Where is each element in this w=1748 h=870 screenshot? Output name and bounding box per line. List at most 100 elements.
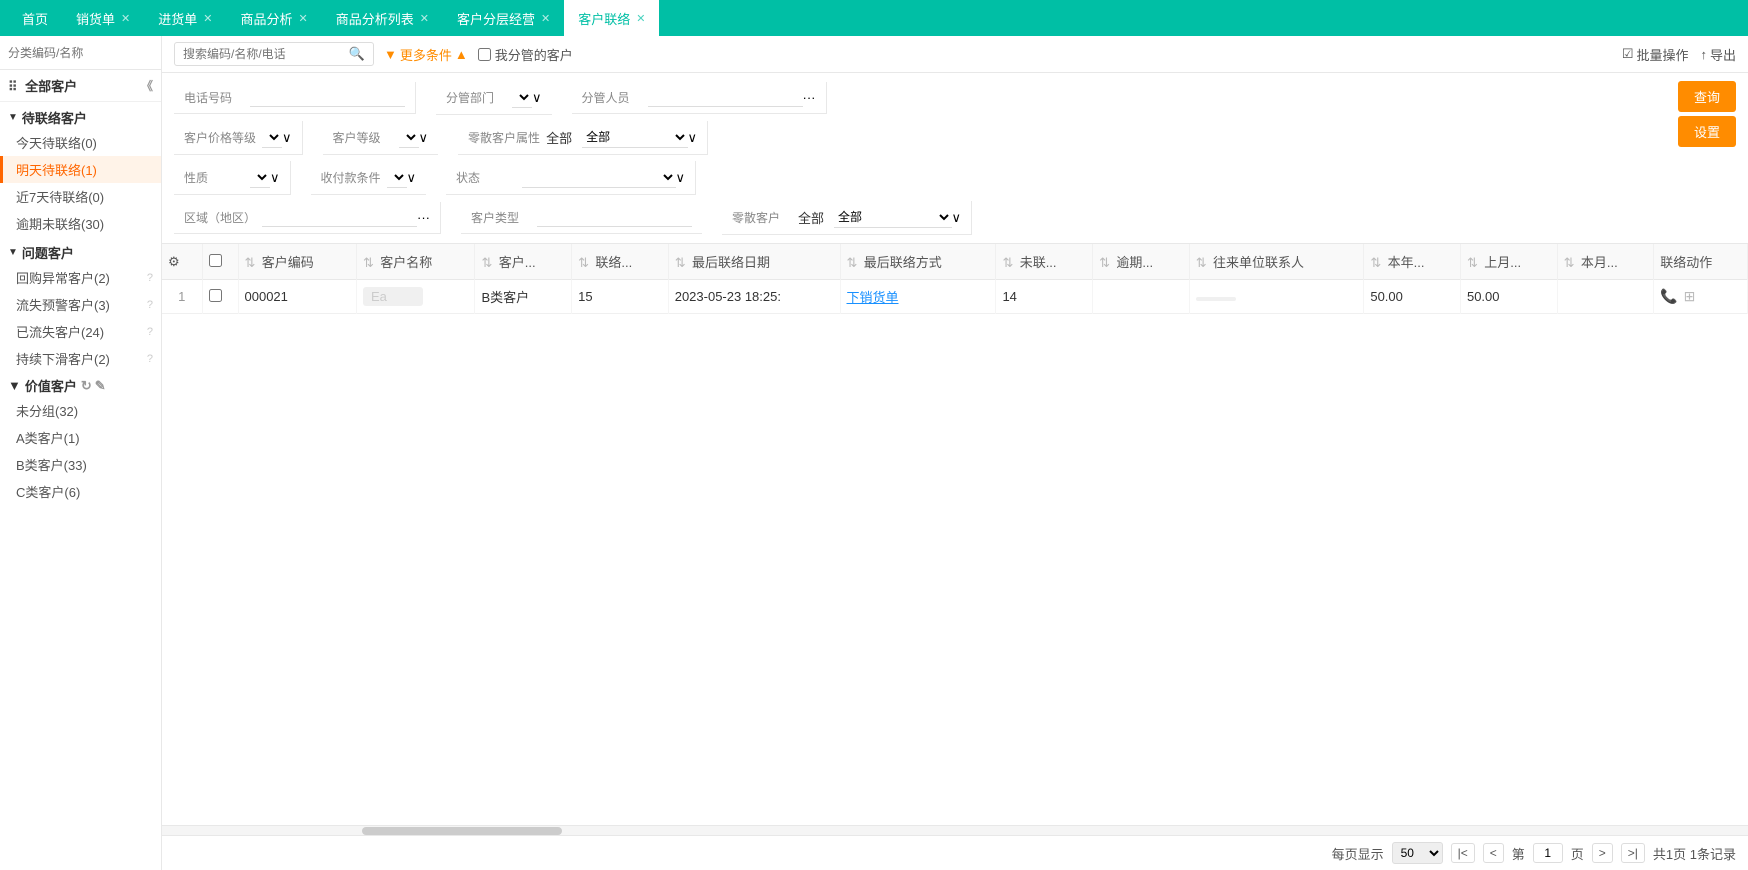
search-icon[interactable]: 🔍 xyxy=(349,46,365,62)
sidebar-item-class-c[interactable]: C类客户(6) xyxy=(0,478,161,505)
sidebar-item-class-b[interactable]: B类客户(33) xyxy=(0,451,161,478)
my-customers-checkbox-container[interactable]: 我分管的客户 xyxy=(478,45,573,64)
row-last-date-value: 2023-05-23 18:25: xyxy=(675,289,781,304)
advanced-filters: 电话号码 分管部门 ∨ xyxy=(162,73,1748,244)
per-page-select[interactable]: 50 100 200 xyxy=(1392,842,1443,864)
sidebar-group-pending: ▼ 待联络客户 xyxy=(0,102,161,129)
nav-customer-tier[interactable]: 客户分层经营 ✕ xyxy=(443,0,564,36)
phone-input[interactable] xyxy=(250,88,405,107)
action-grid-icon[interactable]: ⊞ xyxy=(1684,288,1696,305)
sidebar-item-repurchase-abnormal[interactable]: 回购异常客户(2) ? xyxy=(0,264,161,291)
nav-sales-order-close[interactable]: ✕ xyxy=(121,12,130,25)
sidebar-item-ungrouped[interactable]: 未分组(32) xyxy=(0,397,161,424)
row-last-contact-method: 下销货单 xyxy=(840,280,996,314)
row-type-value: B类客户 xyxy=(481,290,529,305)
nav-product-analysis[interactable]: 商品分析 ✕ xyxy=(226,0,321,36)
division-person-input[interactable] xyxy=(648,88,803,107)
nav-product-analysis-list-close[interactable]: ✕ xyxy=(420,12,429,25)
nav-product-analysis-list[interactable]: 商品分析列表 ✕ xyxy=(322,0,443,36)
filter-row-4: 区域（地区） ··· 客户类型 xyxy=(174,201,1662,235)
sidebar-item-tomorrow-pending[interactable]: 明天待联络(1) xyxy=(0,156,161,183)
search-input[interactable] xyxy=(183,47,349,61)
nature-select[interactable] xyxy=(250,167,270,188)
price-level-label: 客户价格等级 xyxy=(184,129,256,146)
nav-product-analysis-close[interactable]: ✕ xyxy=(299,12,308,25)
th-this-year-label: 本年... xyxy=(1388,255,1425,270)
export-btn[interactable]: ↑ 导出 xyxy=(1700,45,1736,64)
sidebar-all-customers[interactable]: ⠿ 全部客户 《 xyxy=(0,70,161,102)
filter-actions: 查询 设置 xyxy=(1670,81,1736,147)
retail-attr-select[interactable]: 全部 xyxy=(582,127,687,148)
filter-customer-level: 客户等级 ∨ xyxy=(323,121,439,155)
batch-operation-btn[interactable]: ☑ 批量操作 xyxy=(1622,45,1689,64)
sidebar-item-overdue-pending[interactable]: 逾期未联络(30) xyxy=(0,210,161,237)
nature-chevron: ∨ xyxy=(270,170,280,186)
nav-purchase-order-close[interactable]: ✕ xyxy=(203,12,212,25)
region-label: 区域（地区） xyxy=(184,209,256,226)
nav-customer-contact-close[interactable]: ✕ xyxy=(636,12,645,25)
prev-page-btn[interactable]: < xyxy=(1483,843,1504,863)
retail-customer-select[interactable]: 全部 xyxy=(834,207,951,228)
select-all-checkbox[interactable] xyxy=(209,254,222,267)
sidebar-collapse-icon: 《 xyxy=(141,77,153,94)
page-input[interactable] xyxy=(1533,843,1563,863)
value-refresh-icon[interactable]: ↻ xyxy=(81,378,92,394)
sidebar-item-class-a[interactable]: A类客户(1) xyxy=(0,424,161,451)
settings-icon[interactable]: ⚙ xyxy=(168,254,180,269)
price-level-select[interactable] xyxy=(262,127,282,148)
first-page-btn[interactable]: |< xyxy=(1451,843,1475,863)
value-edit-icon[interactable]: ✎ xyxy=(95,378,106,394)
last-page-btn[interactable]: >| xyxy=(1621,843,1645,863)
region-input[interactable] xyxy=(262,208,417,227)
sidebar-item-churned[interactable]: 已流失客户(24) ? xyxy=(0,318,161,345)
pending-group-label: 待联络客户 xyxy=(22,108,87,127)
nav-home[interactable]: 首页 xyxy=(8,0,62,36)
customer-type-input[interactable] xyxy=(537,208,692,227)
batch-operation-label: 批量操作 xyxy=(1636,45,1688,64)
nav-customer-tier-close[interactable]: ✕ xyxy=(541,12,550,25)
th-uncontacted-label: 未联... xyxy=(1020,255,1057,270)
sidebar-search-input[interactable] xyxy=(8,46,162,60)
nav-sales-order[interactable]: 销货单 ✕ xyxy=(62,0,144,36)
row-last-method-value[interactable]: 下销货单 xyxy=(847,290,899,305)
th-type: ⇅ 客户... xyxy=(475,244,572,280)
th-last-month: ⇅ 上月... xyxy=(1460,244,1557,280)
th-contact-count: ⇅ 联络... xyxy=(572,244,669,280)
row-name-value: Ea xyxy=(363,287,423,306)
query-button[interactable]: 查询 xyxy=(1678,81,1736,112)
more-conditions-btn[interactable]: ▼ 更多条件 ▲ xyxy=(384,45,468,64)
scrollbar-thumb[interactable] xyxy=(362,827,562,835)
row-last-contact-date: 2023-05-23 18:25: xyxy=(668,280,840,314)
value-arrow-icon: ▼ xyxy=(8,378,21,393)
next-page-btn[interactable]: > xyxy=(1592,843,1613,863)
th-contact-person: ⇅ 往来单位联系人 xyxy=(1189,244,1364,280)
sidebar-item-declining[interactable]: 持续下滑客户(2) ? xyxy=(0,345,161,372)
sidebar-item-churn-warning[interactable]: 流失预警客户(3) ? xyxy=(0,291,161,318)
th-type-label: 客户... xyxy=(499,255,536,270)
status-select[interactable] xyxy=(522,167,675,188)
row-checkbox[interactable] xyxy=(209,289,222,302)
customer-level-select[interactable] xyxy=(399,127,419,148)
sidebar-group-value: ▼ 价值客户 ↻ ✎ xyxy=(0,372,161,397)
nav-customer-contact[interactable]: 客户联络 ✕ xyxy=(564,0,659,36)
filter-row-3: 性质 ∨ 收付款条件 ∨ xyxy=(174,161,1662,195)
nav-purchase-order[interactable]: 进货单 ✕ xyxy=(144,0,226,36)
my-customers-checkbox[interactable] xyxy=(478,48,491,61)
row-contact-count-value: 15 xyxy=(578,289,592,304)
churned-help-icon: ? xyxy=(147,326,153,338)
th-code-label: 客户编码 xyxy=(262,255,314,270)
sidebar-item-7day-pending[interactable]: 近7天待联络(0) xyxy=(0,183,161,210)
declining-label: 持续下滑客户(2) xyxy=(16,349,110,368)
settings-button[interactable]: 设置 xyxy=(1678,116,1736,147)
sidebar-item-today-pending[interactable]: 今天待联络(0) xyxy=(0,129,161,156)
retail-customer-chevron: ∨ xyxy=(952,210,962,226)
division-dept-select[interactable] xyxy=(512,87,532,108)
status-chevron: ∨ xyxy=(676,170,686,186)
payment-terms-select[interactable] xyxy=(387,167,407,188)
th-this-year: ⇅ 本年... xyxy=(1364,244,1461,280)
price-level-chevron: ∨ xyxy=(282,130,292,146)
action-phone-icon[interactable]: 📞 xyxy=(1660,288,1677,305)
horizontal-scrollbar[interactable] xyxy=(162,825,1748,835)
retail-customer-label: 零散客户 xyxy=(732,209,792,226)
nav-purchase-order-label: 进货单 xyxy=(158,9,197,28)
